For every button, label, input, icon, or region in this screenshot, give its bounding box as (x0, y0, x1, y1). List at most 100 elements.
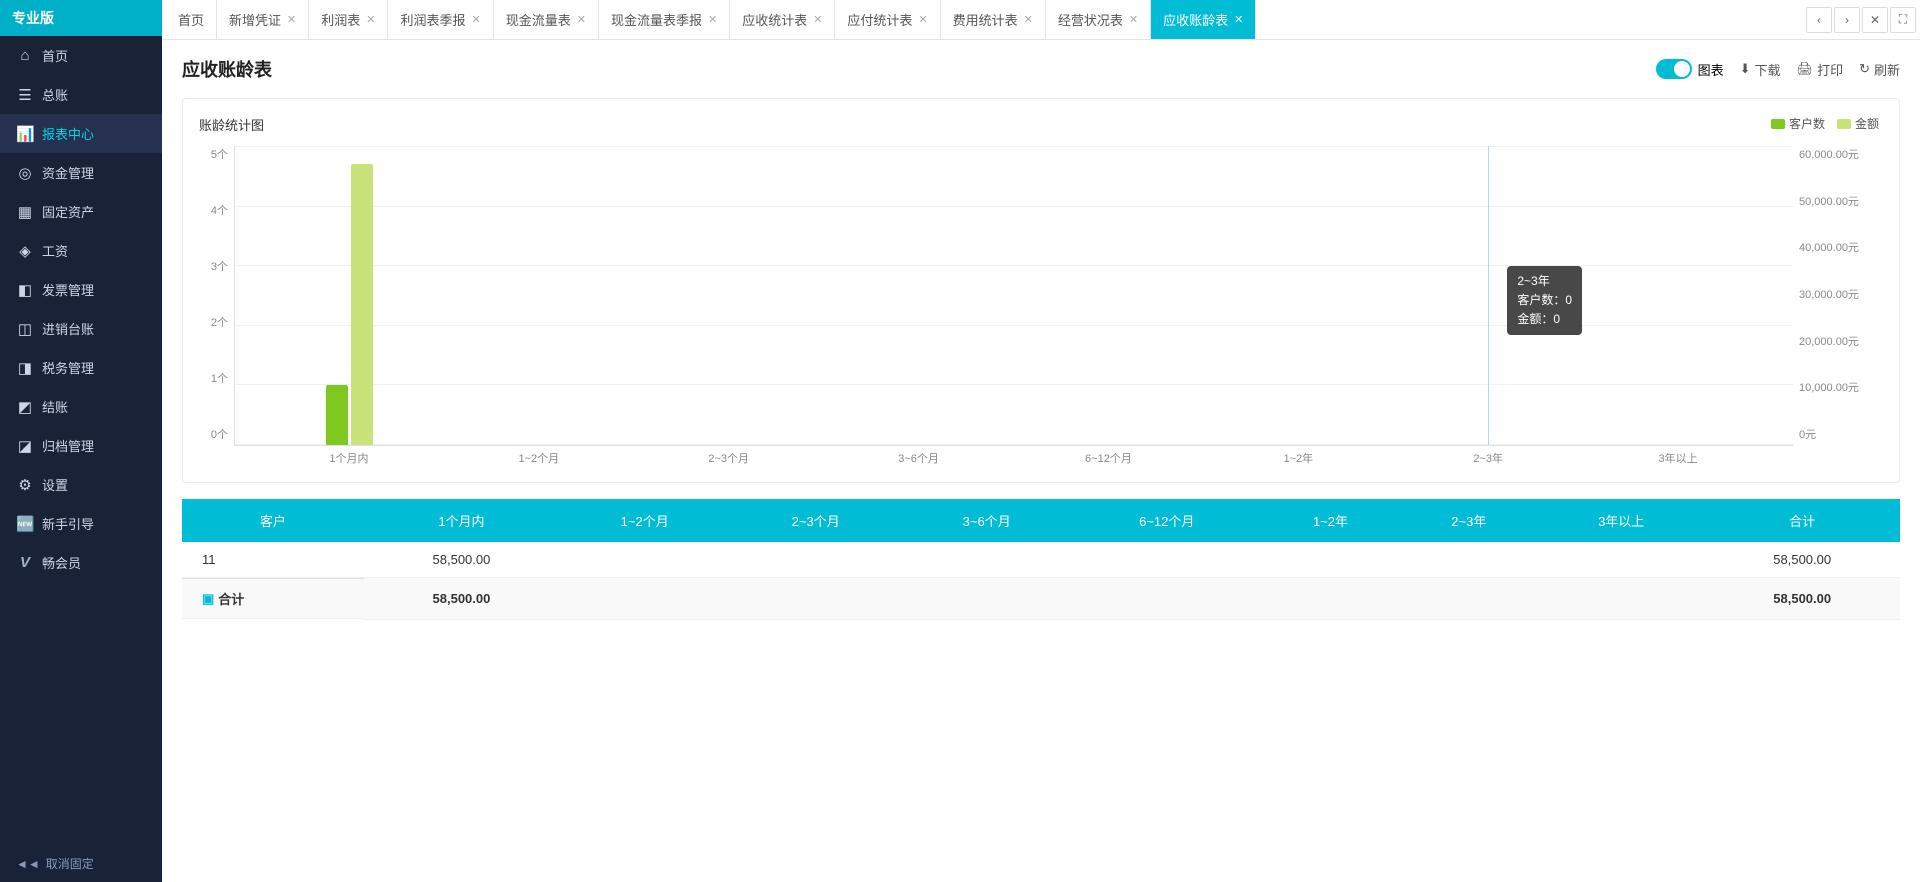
guide-icon: 🆕 (16, 515, 34, 533)
archive-icon: ◪ (16, 437, 34, 455)
legend-color-amount (1837, 119, 1851, 129)
sidebar-item-ledger[interactable]: ☰ 总账 (0, 75, 162, 114)
tax-icon: ◨ (16, 359, 34, 377)
tab-receivable-stat[interactable]: 应收统计表 ✕ (730, 0, 835, 40)
sidebar-item-guide[interactable]: 🆕 新手引导 (0, 504, 162, 543)
sidebar-item-label: 税务管理 (42, 358, 94, 377)
funds-icon: ◎ (16, 164, 34, 182)
tab-nav-prev[interactable]: ‹ (1806, 7, 1832, 33)
sidebar-item-payroll[interactable]: ◈ 工资 (0, 231, 162, 270)
download-icon: ⬇ (1740, 61, 1751, 77)
sidebar-item-label: 工资 (42, 241, 68, 260)
sidebar-item-invoice[interactable]: ◧ 发票管理 (0, 270, 162, 309)
tab-profit-quarterly[interactable]: 利润表季报 ✕ (388, 0, 493, 40)
legend-amount: 金额 (1837, 115, 1879, 132)
tab-maximize[interactable]: ⛶ (1890, 7, 1916, 33)
download-button[interactable]: ⬇ 下载 (1740, 60, 1781, 79)
settings-icon: ⚙ (16, 476, 34, 494)
sidebar-item-reports[interactable]: 📊 报表中心 (0, 114, 162, 153)
bar-group-month23 (635, 146, 825, 445)
x-label-year12: 1~2年 (1203, 450, 1393, 466)
chart-tooltip: 2~3年 客户数：0 金额：0 (1507, 266, 1582, 336)
unpin-button[interactable]: ◄◄ 取消固定 (0, 845, 162, 882)
sidebar-item-settings[interactable]: ⚙ 设置 (0, 465, 162, 504)
tab-close-biz-status[interactable]: ✕ (1129, 13, 1138, 26)
page-header: 应收账龄表 图表 ⬇ 下载 🖨 打印 (182, 56, 1900, 82)
tab-close-voucher[interactable]: ✕ (287, 13, 296, 26)
tab-nav-next[interactable]: › (1834, 7, 1860, 33)
total-month1: 58,500.00 (364, 578, 560, 620)
x-label-month612: 6~12个月 (1014, 450, 1204, 466)
toggle-track[interactable] (1656, 59, 1692, 79)
tab-cashflow-quarterly[interactable]: 现金流量表季报 ✕ (599, 0, 730, 40)
x-label-month1: 1个月内 (254, 450, 444, 466)
legend-label-customer: 客户数 (1789, 115, 1825, 132)
legend-label-amount: 金额 (1855, 115, 1879, 132)
bar-group-year3plus (1583, 146, 1773, 445)
tab-close-current[interactable]: ✕ (1862, 7, 1888, 33)
bar-group-year12 (1204, 146, 1394, 445)
tab-home[interactable]: 首页 (166, 0, 217, 40)
tab-aging[interactable]: 应收账龄表 ✕ (1151, 0, 1256, 40)
data-table: 客户 1个月内 1~2个月 2~3个月 3~6个月 6~12个月 1~2年 2~… (182, 499, 1900, 620)
sidebar-item-archive[interactable]: ◪ 归档管理 (0, 426, 162, 465)
chart-toggle[interactable]: 图表 (1656, 59, 1724, 79)
sidebar-item-label: 发票管理 (42, 280, 94, 299)
tab-expense-stat[interactable]: 费用统计表 ✕ (941, 0, 1046, 40)
tab-profit[interactable]: 利润表 ✕ (309, 0, 388, 40)
total-total: 58,500.00 (1704, 578, 1900, 620)
tab-close-aging[interactable]: ✕ (1234, 13, 1243, 26)
unpin-label: 取消固定 (46, 855, 94, 872)
chart-y-axis-right: 60,000.00元 50,000.00元 40,000.00元 30,000.… (1793, 146, 1883, 466)
tooltip-customers: 客户数：0 (1517, 291, 1572, 310)
tab-close-profit[interactable]: ✕ (366, 13, 375, 26)
sidebar-item-home[interactable]: ⌂ 首页 (0, 36, 162, 75)
cell-year23 (1400, 542, 1538, 578)
bar-customers-month1 (326, 385, 348, 445)
sidebar-item-label: 报表中心 (42, 124, 94, 143)
x-label-month36: 3~6个月 (824, 450, 1014, 466)
total-year3plus (1538, 578, 1704, 620)
tab-payable-stat[interactable]: 应付统计表 ✕ (835, 0, 940, 40)
tab-close-expense-stat[interactable]: ✕ (1024, 13, 1033, 26)
total-label-cell: ▣ 合计 (182, 578, 364, 619)
total-month612 (1072, 578, 1261, 620)
col-header-total: 合计 (1704, 499, 1900, 542)
total-month36 (901, 578, 1072, 620)
sidebar-item-label: 首页 (42, 46, 68, 65)
sidebar-item-vip[interactable]: V 畅会员 (0, 543, 162, 582)
cell-month23 (730, 542, 901, 578)
tab-voucher[interactable]: 新增凭证 ✕ (217, 0, 309, 40)
ledger-icon: ☰ (16, 86, 34, 104)
chart-body: 2~3年 客户数：0 金额：0 (234, 146, 1793, 466)
tab-biz-status[interactable]: 经营状况表 ✕ (1046, 0, 1151, 40)
tab-close-payable-stat[interactable]: ✕ (918, 13, 927, 26)
tab-close-cashflow[interactable]: ✕ (577, 13, 586, 26)
payroll-icon: ◈ (16, 242, 34, 260)
refresh-button[interactable]: ↻ 刷新 (1859, 60, 1900, 79)
col-header-year23: 2~3年 (1400, 499, 1538, 542)
bar-amount-month1 (351, 164, 373, 445)
col-header-year3plus: 3年以上 (1538, 499, 1704, 542)
sidebar-item-tax[interactable]: ◨ 税务管理 (0, 348, 162, 387)
total-icon: ▣ (202, 591, 214, 607)
x-label-year23: 2~3年 (1393, 450, 1583, 466)
sidebar-item-label: 畅会员 (42, 553, 81, 572)
tab-bar: 首页 新增凭证 ✕ 利润表 ✕ 利润表季报 ✕ 现金流量表 ✕ 现金流量表季报 … (162, 0, 1920, 40)
sidebar-item-sales[interactable]: ◫ 进销台账 (0, 309, 162, 348)
col-header-month1: 1个月内 (364, 499, 560, 542)
cell-year3plus (1538, 542, 1704, 578)
bar-group-year23: 2~3年 客户数：0 金额：0 (1394, 146, 1584, 445)
sidebar-item-closing[interactable]: ◩ 结账 (0, 387, 162, 426)
cell-month12 (559, 542, 730, 578)
table-row: 11 58,500.00 58,500.00 (182, 542, 1900, 578)
tab-close-cashflow-quarterly[interactable]: ✕ (708, 13, 717, 26)
tab-close-receivable-stat[interactable]: ✕ (813, 13, 822, 26)
print-button[interactable]: 🖨 打印 (1797, 60, 1844, 79)
sidebar-item-funds[interactable]: ◎ 资金管理 (0, 153, 162, 192)
bar-group-month612 (1014, 146, 1204, 445)
sidebar-item-assets[interactable]: ▦ 固定资产 (0, 192, 162, 231)
total-year12 (1261, 578, 1399, 620)
tab-cashflow[interactable]: 现金流量表 ✕ (494, 0, 599, 40)
tab-close-profit-quarterly[interactable]: ✕ (472, 13, 481, 26)
